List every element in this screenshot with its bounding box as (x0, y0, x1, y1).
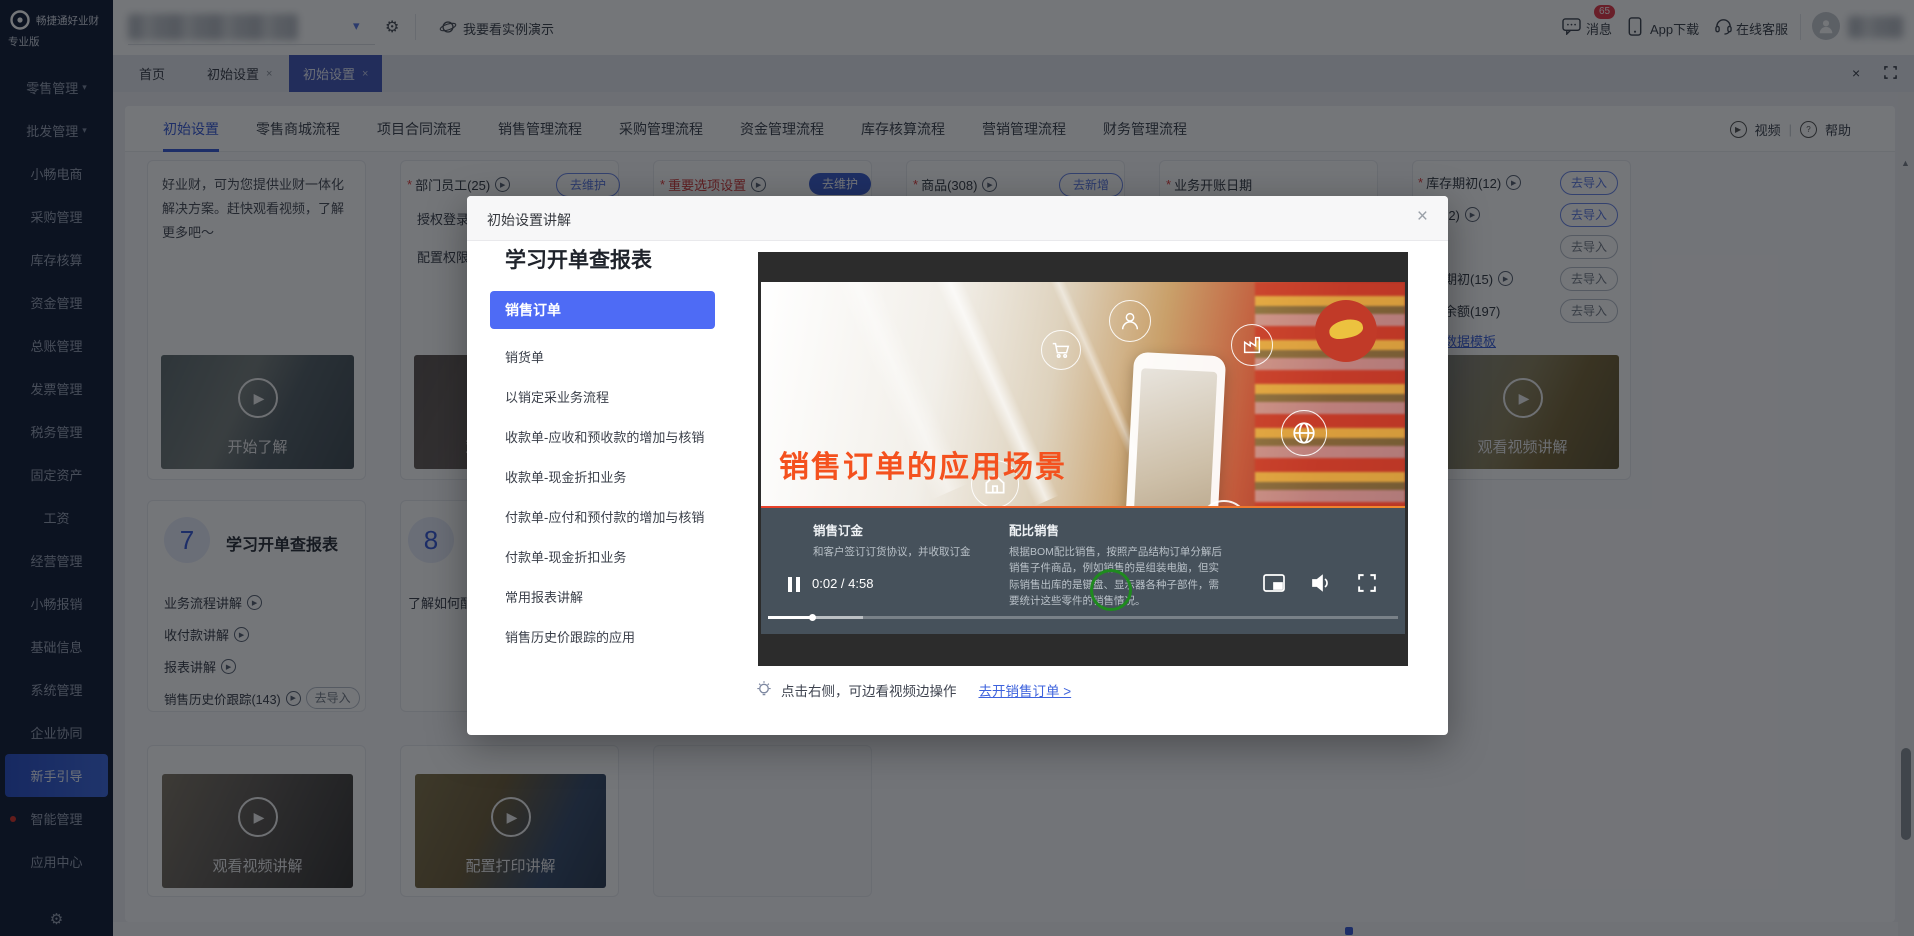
menu-item[interactable]: 销货单 (505, 347, 544, 366)
buffer-spinner (1090, 569, 1132, 611)
menu-item[interactable]: 收款单-应收和预收款的增加与核销 (505, 427, 704, 446)
tip-text: 点击右侧，可边看视频边操作 (781, 684, 957, 699)
modal-heading: 学习开单查报表 (505, 249, 652, 272)
initial-setup-modal: 初始设置讲解 × 学习开单查报表 销售订单 销货单 以销定采业务流程 收款单-应… (467, 196, 1448, 735)
globe-icon (1281, 410, 1327, 456)
menu-item[interactable]: 付款单-应付和预付款的增加与核销 (505, 507, 704, 526)
factory-icon (1231, 324, 1273, 366)
open-sales-order-link[interactable]: 去开销售订单 > (979, 680, 1072, 700)
lightbulb-icon (755, 680, 773, 700)
modal-close-icon[interactable]: × (1417, 206, 1428, 228)
cart-icon (1041, 330, 1081, 370)
slate-col2-title: 配比销售 (1009, 524, 1060, 538)
app-window: 畅捷通好业财 专业版 零售管理▾ 批发管理▾ 小畅电商 采购管理 库存核算 资金… (0, 0, 1914, 936)
video-time: 0:02 / 4:58 (812, 576, 874, 591)
video-progress-bar[interactable] (768, 614, 1398, 621)
fullscreen-icon[interactable] (1358, 574, 1376, 597)
volume-icon[interactable] (1311, 574, 1331, 597)
modal-header (467, 196, 1448, 241)
slate-col1-body: 和客户签订订货协议，并收取订金 (813, 546, 971, 558)
modal-title: 初始设置讲解 (487, 212, 571, 228)
menu-item[interactable]: 销售历史价跟踪的应用 (505, 627, 635, 646)
video-player[interactable]: 销售订单的应用场景 销售订金 和客户签订订货协议，并收取订金 配比销售 根据BO… (758, 252, 1408, 666)
slate-col1-title: 销售订金 (813, 524, 864, 538)
menu-item[interactable]: 付款单-现金折扣业务 (505, 547, 626, 566)
menu-item[interactable]: 常用报表讲解 (505, 587, 583, 606)
played-bar (768, 616, 813, 619)
modal-tip-row: 点击右侧，可边看视频边操作 去开销售订单 > (755, 680, 1071, 700)
menu-item-sales-order-selected[interactable]: 销售订单 (490, 291, 715, 329)
store-sign (1315, 300, 1377, 362)
person-icon (1109, 300, 1151, 342)
video-slide-title: 销售订单的应用场景 (779, 451, 1067, 484)
pip-icon[interactable] (1263, 574, 1285, 597)
pause-button-icon[interactable] (788, 577, 800, 592)
menu-item[interactable]: 以销定采业务流程 (505, 387, 609, 406)
menu-item[interactable]: 收款单-现金折扣业务 (505, 467, 626, 486)
slide-divider (761, 506, 1405, 508)
